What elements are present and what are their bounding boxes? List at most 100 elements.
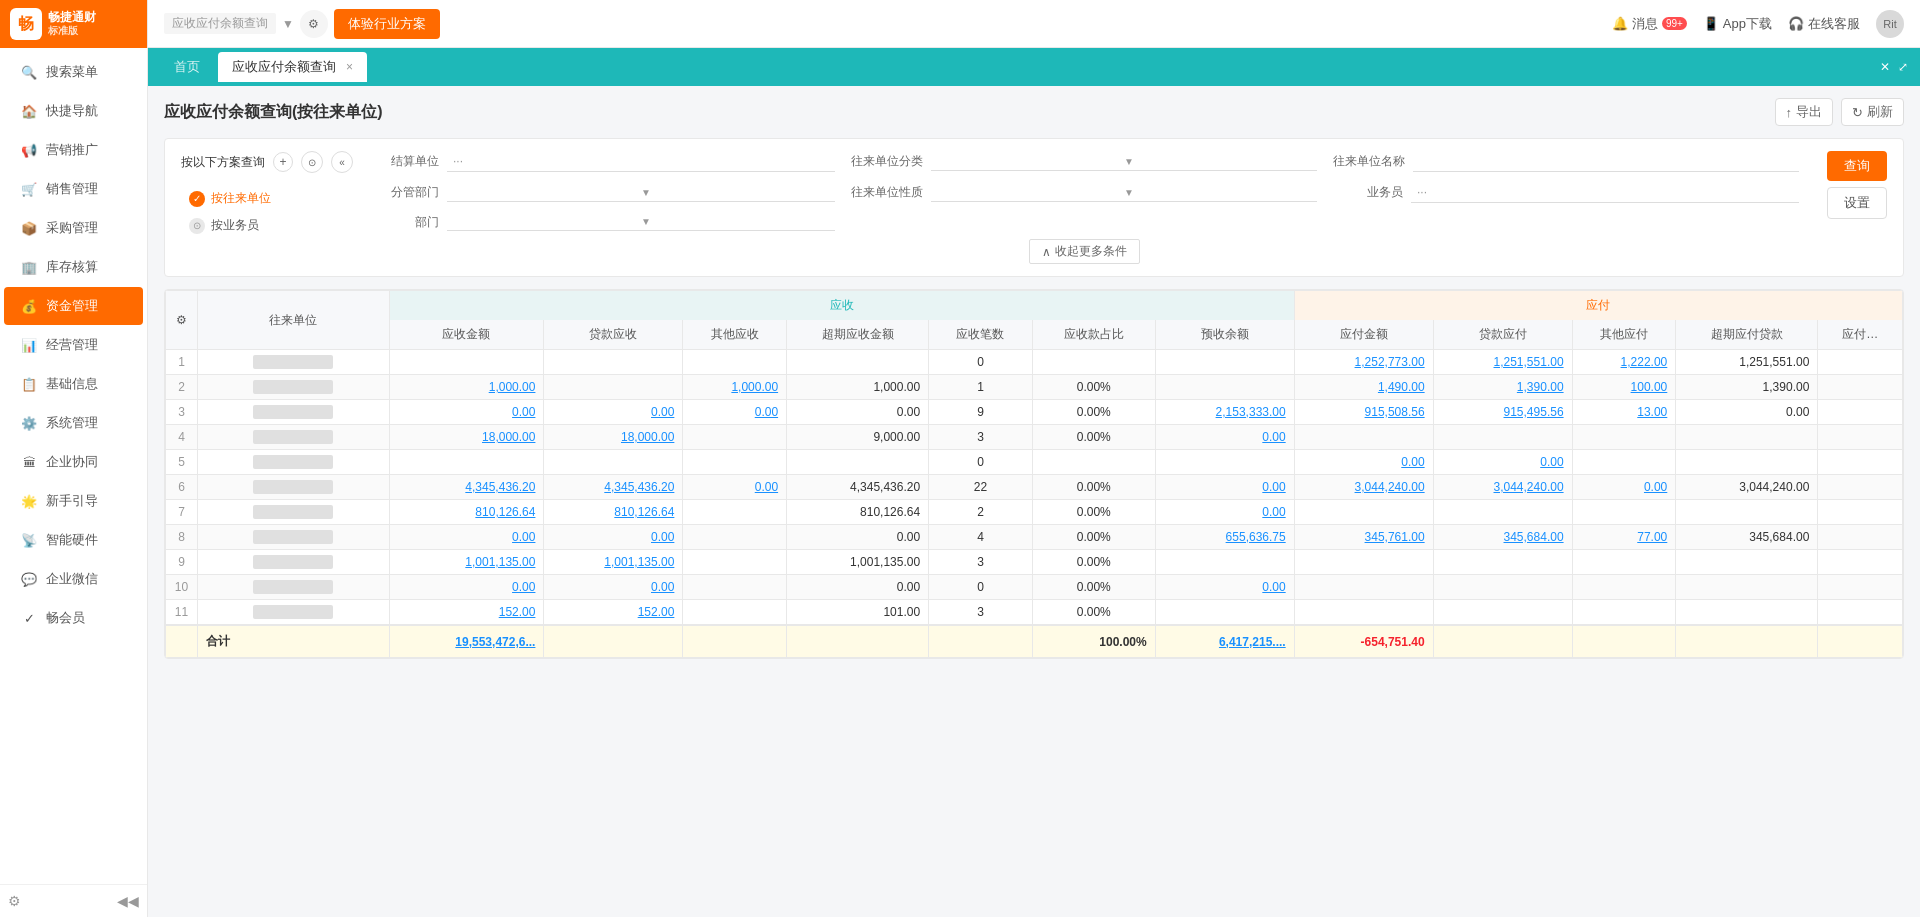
table-row: 8■■■■■0.000.000.0040.00%655,636.75345,76… [166,525,1903,550]
filter-label-partner-nature: 往来单位性质 [851,184,923,201]
tab-home[interactable]: 首页 [160,52,214,82]
refresh-button[interactable]: ↻ 刷新 [1841,98,1904,126]
filter-input-dept[interactable]: ▼ [447,213,835,231]
sidebar-item-search[interactable]: 🔍 搜索菜单 [4,53,143,91]
service-icon: 🎧 [1788,16,1804,31]
guide-icon: 🌟 [20,492,38,510]
top-header: 应收应付余额查询 ▼ ⚙ 体验行业方案 🔔 消息 99+ 📱 App下载 [148,0,1920,48]
sidebar-item-quick[interactable]: 🏠 快捷导航 [4,92,143,130]
customer-service-btn[interactable]: 🎧 在线客服 [1788,15,1860,33]
table-container[interactable]: ⚙ 往来单位 应收 应付 应收金额 贷款应收 其他应收 超期应收金额 应收笔数 [165,290,1903,658]
query-button[interactable]: 查询 [1827,151,1887,181]
sidebar-item-label: 采购管理 [46,219,98,237]
footer-ap-other [1818,625,1903,658]
footer-advance[interactable]: 6,417,215.... [1155,625,1294,658]
settings-button[interactable]: 设置 [1827,187,1887,219]
sidebar-item-label: 企业微信 [46,570,98,588]
table-footer-row: 合计 19,553,472,6... 100.00% 6,417,215....… [166,625,1903,658]
sidebar-item-label: 新手引导 [46,492,98,510]
sidebar-item-label: 资金管理 [46,297,98,315]
sidebar-item-label: 畅会员 [46,609,85,627]
sidebar-item-finance[interactable]: 💰 资金管理 [4,287,143,325]
filter-input-dept-manage[interactable]: ▼ [447,184,835,202]
sidebar-item-sales[interactable]: 🛒 销售管理 [4,170,143,208]
finance-icon: 💰 [20,297,38,315]
marketing-icon: 📢 [20,141,38,159]
tab-maximize-icon[interactable]: ⤢ [1898,60,1908,74]
table-row: 3■■■■■0.000.000.000.0090.00%2,153,333.00… [166,400,1903,425]
table-header-partner: 往来单位 [198,291,390,350]
footer-ar-ratio: 100.00% [1032,625,1155,658]
messages-badge: 99+ [1662,17,1687,30]
footer-ar-count [929,625,1033,658]
filter-input-salesman[interactable]: ··· [1411,182,1799,203]
scheme-item-salesman[interactable]: ⊙ 按业务员 [181,212,281,239]
sidebar-item-inventory[interactable]: 🏢 库存核算 [4,248,143,286]
user-avatar[interactable]: Rit [1876,10,1904,38]
sidebar-item-label: 营销推广 [46,141,98,159]
col-ar-count: 应收笔数 [929,320,1033,350]
logo-icon: 畅 [10,8,42,40]
col-advance-balance: 预收余额 [1155,320,1294,350]
table-row: 4■■■■■18,000.0018,000.009,000.0030.00%0.… [166,425,1903,450]
bell-icon: 🔔 [1612,16,1628,31]
sidebar-item-label: 智能硬件 [46,531,98,549]
app-download-btn[interactable]: 📱 App下载 [1703,15,1772,33]
filter-header: 按以下方案查询 + ⊙ « [181,151,353,173]
sidebar-item-hardware[interactable]: 📡 智能硬件 [4,521,143,559]
sidebar-footer: ⚙ ◀◀ [0,884,147,917]
collapse-row: ∧ 收起更多条件 [369,239,1799,264]
footer-label: 合计 [198,625,390,658]
scheme-list: ✓ 按往来单位 ⊙ 按业务员 [181,185,281,239]
sidebar-item-wechat[interactable]: 💬 企业微信 [4,560,143,598]
col-ap-other: 应付… [1818,320,1903,350]
sidebar-item-operations[interactable]: 📊 经营管理 [4,326,143,364]
footer-overdue-ar [787,625,929,658]
collapse-button[interactable]: ∧ 收起更多条件 [1029,239,1140,264]
collapse-sidebar-btn[interactable]: ◀◀ [117,893,139,909]
member-icon: ✓ [20,609,38,627]
messages-btn[interactable]: 🔔 消息 99+ [1612,15,1687,33]
filter-add-btn[interactable]: + [273,152,293,172]
filter-input-partner-category[interactable]: ▼ [931,153,1317,171]
promo-button[interactable]: 体验行业方案 [334,9,440,39]
footer-other-ar [683,625,787,658]
export-button[interactable]: ↑ 导出 [1775,98,1834,126]
sidebar-item-enterprise[interactable]: 🏛 企业协同 [4,443,143,481]
filter-field-partner-name: 往来单位名称 [1333,151,1799,172]
filter-input-partner-name[interactable] [1413,151,1799,172]
scheme-item-partner[interactable]: ✓ 按往来单位 [181,185,281,212]
tab-home-label: 首页 [174,58,200,76]
sidebar-item-basic[interactable]: 📋 基础信息 [4,365,143,403]
tab-close-all-icon[interactable]: ✕ [1880,60,1890,74]
collapse-label: 收起更多条件 [1055,243,1127,260]
footer-ar-amount[interactable]: 19,553,472,6... [389,625,544,658]
filter-collapse-icon[interactable]: « [331,151,353,173]
table-settings-header[interactable]: ⚙ [166,291,198,350]
filter-area: 按以下方案查询 + ⊙ « ✓ 按往来单位 [164,138,1904,277]
col-ap-amount: 应付金额 [1294,320,1433,350]
breadcrumb-area: 应收应付余额查询 ▼ ⚙ 体验行业方案 [164,9,1592,39]
sidebar-item-member[interactable]: ✓ 畅会员 [4,599,143,637]
filter-input-settlement[interactable]: ··· [447,151,835,172]
export-label: 导出 [1796,103,1822,121]
sidebar-item-system[interactable]: ⚙️ 系统管理 [4,404,143,442]
tab-close-icon[interactable]: × [346,60,353,74]
col-other-ap: 其他应付 [1572,320,1676,350]
filter-header-label: 按以下方案查询 [181,154,265,171]
filter-settings-icon[interactable]: ⊙ [301,151,323,173]
tab-bar-right: ✕ ⤢ [1880,60,1908,74]
filter-field-partner-nature: 往来单位性质 ▼ [851,182,1317,203]
footer-loan-ar [544,625,683,658]
settings-footer-btn[interactable]: ⚙ [8,893,21,909]
filter-input-partner-nature[interactable]: ▼ [931,184,1317,202]
header-settings-btn[interactable]: ⚙ [300,10,328,38]
sidebar-item-label: 系统管理 [46,414,98,432]
col-other-ar: 其他应收 [683,320,787,350]
logo-text: 畅捷通财 [48,10,96,24]
tab-arbalance[interactable]: 应收应付余额查询 × [218,52,367,82]
sidebar-item-purchase[interactable]: 📦 采购管理 [4,209,143,247]
sidebar-item-guide[interactable]: 🌟 新手引导 [4,482,143,520]
sidebar-item-marketing[interactable]: 📢 营销推广 [4,131,143,169]
col-ar-amount: 应收金额 [389,320,544,350]
